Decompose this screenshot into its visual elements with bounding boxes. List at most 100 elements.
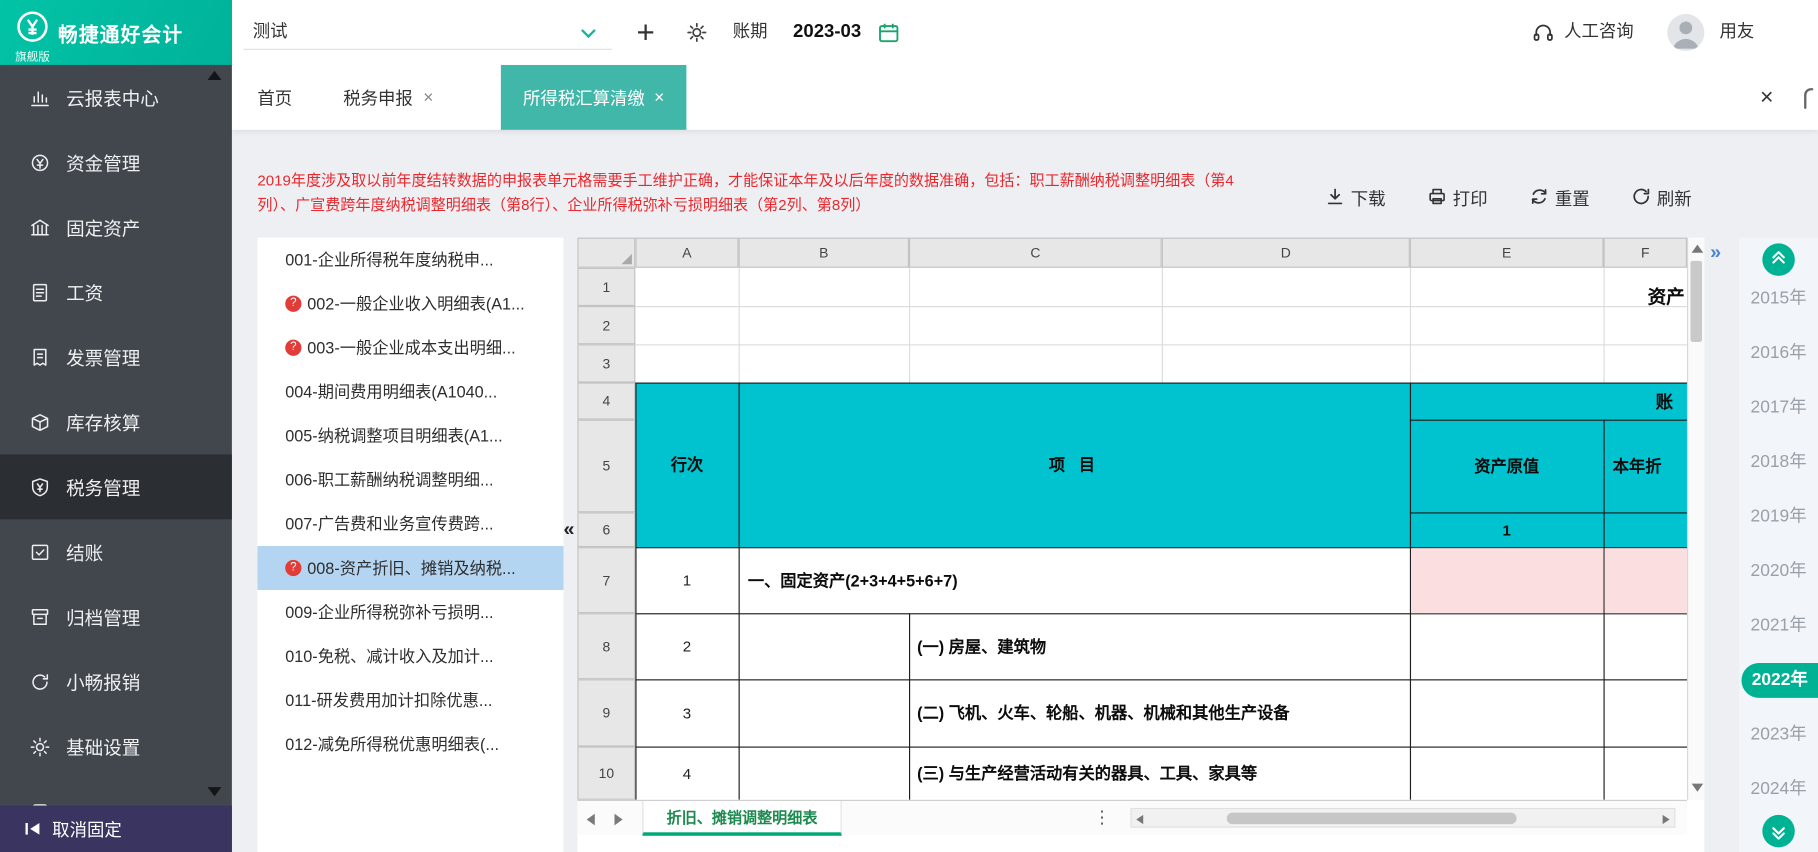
row-header-8[interactable]: 8 (577, 613, 636, 680)
print-button[interactable]: 打印 (1427, 187, 1488, 211)
row-header-5[interactable]: 5 (577, 419, 636, 513)
collapse-list-icon[interactable]: « (563, 518, 574, 541)
unpin-sidebar-button[interactable]: 取消固定 (0, 805, 232, 852)
sheet-vertical-scrollbar[interactable] (1686, 237, 1705, 800)
scroll-right-icon[interactable] (1662, 814, 1670, 825)
column-header-E[interactable]: E (1409, 237, 1604, 268)
form-list-item-012[interactable]: 012-减免所得税优惠明细表(... (257, 722, 563, 766)
add-button[interactable]: + (637, 0, 655, 65)
user-menu[interactable]: 用友 (1719, 0, 1754, 65)
row-header-1[interactable]: 1 (577, 267, 636, 307)
tab-income-tax-settlement-active[interactable]: 所得税汇算清缴 × (500, 64, 687, 130)
line-number-cell[interactable]: 4 (635, 747, 738, 800)
row-header-3[interactable]: 3 (577, 344, 636, 383)
sidebar-item-salary[interactable]: 工资 (0, 260, 232, 325)
refresh-button[interactable]: 刷新 (1631, 187, 1692, 211)
tab-overflow-icon[interactable] (1799, 86, 1818, 116)
column-header-C[interactable]: C (909, 237, 1162, 268)
column-header-D[interactable]: D (1161, 237, 1410, 268)
item-cell[interactable]: (二) 飞机、火车、轮船、机器、机械和其他生产设备 (917, 679, 1289, 746)
year-item-2016[interactable]: 2016年 (1739, 336, 1818, 371)
sheet-cell[interactable] (1605, 748, 1687, 800)
gear-icon[interactable] (685, 21, 708, 50)
year-item-2023[interactable]: 2023年 (1739, 718, 1818, 753)
year-item-2019[interactable]: 2019年 (1739, 500, 1818, 535)
row-header-7[interactable]: 7 (577, 547, 636, 614)
line-number-cell[interactable]: 2 (635, 613, 738, 679)
form-list-item-005[interactable]: 005-纳税调整项目明细表(A1... (257, 414, 563, 458)
item-cell[interactable]: (一) 房屋、建筑物 (917, 613, 1046, 679)
form-list-item-004[interactable]: 004-期间费用明细表(A1040... (257, 370, 563, 414)
horizontal-scroll-thumb[interactable] (1226, 812, 1517, 825)
sidebar-item-reimburse[interactable]: 小畅报销 (0, 649, 232, 714)
tab-home[interactable]: 首页 (257, 65, 292, 130)
item-cell[interactable]: (三) 与生产经营活动有关的器具、工具、家具等 (917, 747, 1257, 800)
sheet-tab-menu-icon[interactable]: ⋮ (1093, 801, 1110, 836)
column-header-A[interactable]: A (635, 237, 739, 268)
sidebar-item-tax-active[interactable]: 税务管理 (0, 454, 232, 520)
year-item-2022-selected[interactable]: 2022年 (1741, 663, 1818, 698)
row-header-9[interactable]: 9 (577, 679, 636, 747)
item-cell[interactable]: 一、固定资产(2+3+4+5+6+7) (748, 547, 958, 613)
calendar-icon[interactable] (878, 22, 900, 50)
year-scroll-down-button[interactable] (1762, 814, 1795, 848)
expand-panel-icon[interactable]: » (1710, 241, 1721, 264)
sidebar-item-archive[interactable]: 归档管理 (0, 584, 232, 649)
form-list-item-007[interactable]: 007-广告费和业务宣传费跨... (257, 502, 563, 546)
sidebar-item-fixed-assets[interactable]: 固定资产 (0, 195, 232, 260)
reset-button[interactable]: 重置 (1529, 187, 1590, 211)
scroll-left-icon[interactable] (1136, 814, 1144, 825)
form-list-item-008-selected[interactable]: ? 008-资产折旧、摊销及纳税... (257, 545, 564, 591)
sidebar-item-closing[interactable]: 结账 (0, 519, 232, 584)
year-scroll-up-button[interactable] (1762, 243, 1795, 276)
scroll-down-icon[interactable] (1691, 783, 1704, 792)
sheet-horizontal-scrollbar[interactable] (1130, 807, 1676, 828)
period-value[interactable]: 2023-03 (793, 0, 861, 65)
close-tab-icon[interactable]: × (654, 88, 664, 108)
sheet-cell[interactable] (1411, 680, 1603, 746)
sheet-cell-highlighted[interactable] (1604, 548, 1687, 614)
sheet-cell[interactable] (1411, 614, 1603, 679)
sheet-tab-active[interactable]: 折旧、摊销调整明细表 (642, 800, 842, 836)
close-all-tabs-icon[interactable]: × (1760, 65, 1774, 130)
sidebar-item-cloud-reports[interactable]: 云报表中心 (0, 65, 232, 130)
close-tab-icon[interactable]: × (423, 88, 433, 108)
form-list-item-003[interactable]: ? 003-一般企业成本支出明细... (257, 326, 563, 370)
scroll-up-icon[interactable] (1691, 244, 1704, 253)
form-list-item-001[interactable]: 001-企业所得税年度纳税申... (257, 238, 563, 282)
chevron-down-icon[interactable] (581, 23, 596, 39)
row-header-6[interactable]: 6 (577, 512, 636, 548)
vertical-scroll-thumb[interactable] (1690, 260, 1703, 342)
select-all-corner[interactable] (577, 237, 636, 268)
year-item-2018[interactable]: 2018年 (1739, 445, 1818, 480)
sidebar-item-invoices[interactable]: 发票管理 (0, 325, 232, 390)
column-header-F[interactable]: F (1603, 237, 1687, 268)
form-list-item-009[interactable]: 009-企业所得税弥补亏损明... (257, 590, 563, 634)
sidebar-item-partial[interactable] (0, 779, 232, 806)
sidebar-scroll-up-icon[interactable] (207, 70, 222, 80)
sidebar-item-funds[interactable]: 资金管理 (0, 130, 232, 195)
line-number-cell[interactable]: 3 (635, 679, 738, 746)
support-link[interactable]: 人工咨询 (1564, 0, 1634, 65)
sheet-cell[interactable] (1605, 680, 1687, 746)
sidebar-scroll-down-icon[interactable] (207, 787, 222, 797)
sheet-tab-prev-icon[interactable] (586, 813, 595, 826)
sheet-cell[interactable] (1605, 614, 1687, 679)
year-item-2024[interactable]: 2024年 (1739, 772, 1818, 807)
form-list-item-011[interactable]: 011-研发费用加计扣除优惠... (257, 678, 563, 722)
year-item-2017[interactable]: 2017年 (1739, 391, 1818, 426)
year-item-2020[interactable]: 2020年 (1739, 554, 1818, 589)
year-item-2015[interactable]: 2015年 (1739, 282, 1818, 317)
sheet-cell[interactable] (1411, 748, 1603, 800)
row-header-2[interactable]: 2 (577, 306, 636, 345)
sidebar-item-inventory[interactable]: 库存核算 (0, 389, 232, 454)
row-header-4[interactable]: 4 (577, 382, 636, 420)
form-list-item-006[interactable]: 006-职工薪酬纳税调整明细... (257, 458, 563, 502)
tab-tax-report[interactable]: 税务申报 × (343, 65, 433, 130)
form-list-item-010[interactable]: 010-免税、减计收入及加计... (257, 634, 563, 678)
avatar[interactable] (1667, 13, 1705, 52)
account-set-selector[interactable]: 测试 (253, 0, 288, 65)
sidebar-item-settings[interactable]: 基础设置 (0, 714, 232, 779)
sheet-tab-next-icon[interactable] (614, 813, 623, 826)
year-item-2021[interactable]: 2021年 (1739, 609, 1818, 644)
